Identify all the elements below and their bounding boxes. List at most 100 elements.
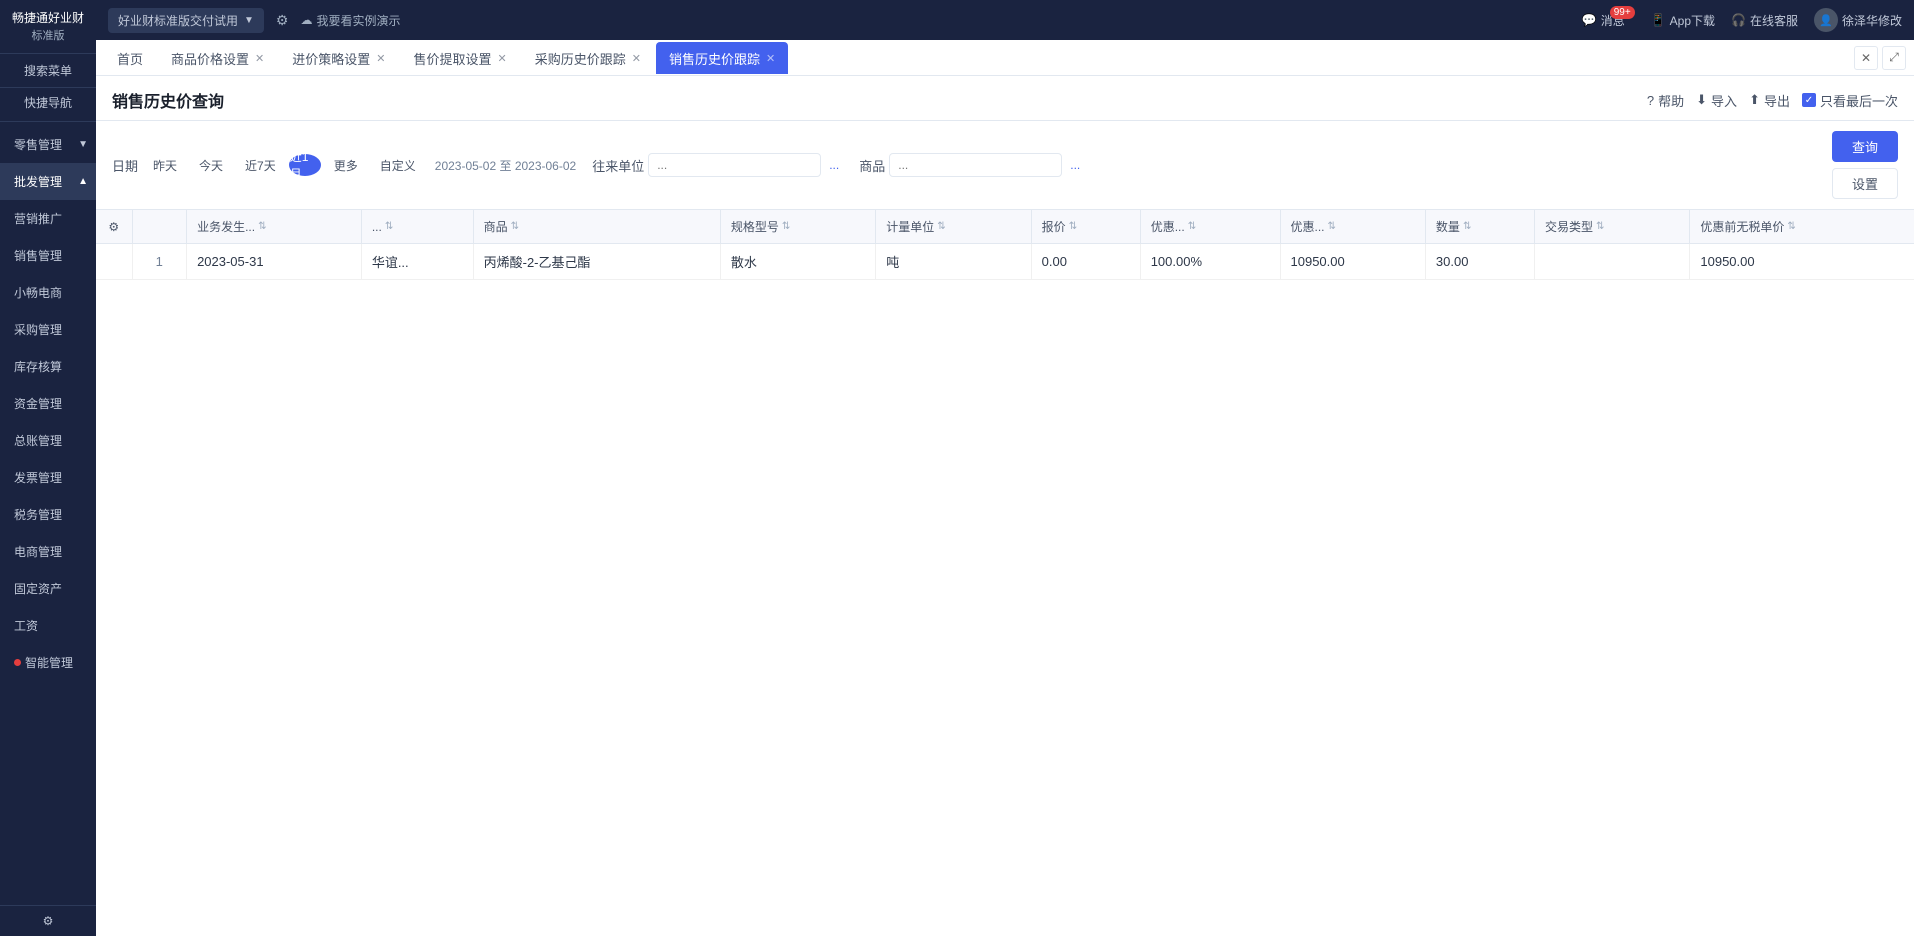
th-discount1-sort-icon: ⇅ [1188, 221, 1196, 232]
date-btn-custom[interactable]: 自定义 [371, 154, 425, 177]
sidebar-item-invoice[interactable]: 发票管理 [0, 459, 96, 496]
th-goods[interactable]: 商品 ⇅ [473, 210, 720, 244]
tab-sale-price-extract[interactable]: 售价提取设置 ✕ [400, 42, 519, 74]
cell-trade_type [1534, 244, 1689, 280]
th-pretax-price-sort-icon: ⇅ [1787, 221, 1795, 232]
logo-title: 畅捷通好业财 [8, 10, 88, 27]
th-spec[interactable]: 规格型号 ⇅ [720, 210, 875, 244]
date-btn-7days[interactable]: 近7天 [236, 154, 285, 177]
tab-purchase-history-close-icon[interactable]: ✕ [632, 52, 641, 65]
only-last-once-toggle[interactable]: ✓ 只看最后一次 [1802, 91, 1898, 110]
finance-label: 资金管理 [14, 395, 88, 412]
sidebar: 畅捷通好业财 标准版 搜索菜单 快捷导航 零售管理 ▼ 批发管理 ▲ 营销推广 … [0, 0, 96, 936]
th-date[interactable]: 业务发生... ⇅ [187, 210, 362, 244]
sidebar-item-purchase[interactable]: 采购管理 [0, 311, 96, 348]
th-pretax-price[interactable]: 优惠前无税单价 ⇅ [1690, 210, 1914, 244]
sidebar-item-tax[interactable]: 税务管理 [0, 496, 96, 533]
sidebar-item-inventory[interactable]: 库存核算 [0, 348, 96, 385]
th-goods-sort-icon: ⇅ [511, 221, 519, 232]
tab-sales-history[interactable]: 销售历史价跟踪 ✕ [656, 42, 788, 74]
main-area: 好业财标准版交付试用 ▼ ⚙ ☁ 我要看实例演示 💬 消息 99+ 📱 App下… [96, 0, 1914, 936]
sidebar-item-salary[interactable]: 工资 [0, 607, 96, 644]
message-button[interactable]: 💬 消息 99+ [1582, 12, 1625, 29]
help-button[interactable]: ? 帮助 [1647, 91, 1684, 110]
goods-input[interactable] [889, 153, 1062, 177]
app-download-icon: 📱 [1651, 13, 1666, 27]
demo-button[interactable]: ☁ 我要看实例演示 [300, 12, 400, 29]
user-menu-button[interactable]: 👤 徐泽华修改 [1814, 8, 1902, 32]
retail-label: 零售管理 [14, 136, 78, 153]
sidebar-item-ecommerce[interactable]: 电商管理 [0, 533, 96, 570]
tab-sale-price-extract-close-icon[interactable]: ✕ [498, 52, 507, 65]
th-qty[interactable]: 数量 ⇅ [1425, 210, 1534, 244]
help-icon: ? [1647, 93, 1654, 108]
tabbar-expand-btn[interactable]: ⤢ [1882, 46, 1906, 70]
tab-sales-history-close-icon[interactable]: ✕ [766, 52, 775, 65]
tab-purchase-history[interactable]: 采购历史价跟踪 ✕ [522, 42, 654, 74]
tab-home[interactable]: 首页 [104, 42, 156, 74]
sidebar-item-sales[interactable]: 销售管理 [0, 237, 96, 274]
topbar-settings-icon[interactable]: ⚙ [276, 12, 289, 29]
settings-button[interactable]: 设置 [1832, 168, 1898, 199]
sidebar-item-marketing[interactable]: 营销推广 [0, 200, 96, 237]
quicknav-label: 快捷导航 [24, 96, 72, 110]
wholesale-arrow-icon: ▲ [78, 176, 88, 187]
online-service-button[interactable]: 🎧 在线客服 [1731, 12, 1798, 29]
page-title: 销售历史价查询 [112, 88, 224, 112]
date-btn-1month[interactable]: 近1月 [289, 154, 321, 176]
sidebar-item-smart[interactable]: 智能管理 [0, 644, 96, 681]
sidebar-item-search[interactable]: 搜索菜单 [0, 54, 96, 88]
sidebar-item-quicknav[interactable]: 快捷导航 [0, 88, 96, 117]
sales-label: 销售管理 [14, 247, 88, 264]
tab-price-setting[interactable]: 商品价格设置 ✕ [158, 42, 277, 74]
sidebar-item-retail[interactable]: 零售管理 ▼ [0, 126, 96, 163]
app-download-button[interactable]: 📱 App下载 [1651, 12, 1715, 29]
source-unit-more-btn[interactable]: ... [825, 156, 843, 174]
date-btn-yesterday[interactable]: 昨天 [144, 154, 186, 177]
help-label: 帮助 [1658, 91, 1684, 110]
th-unit[interactable]: 计量单位 ⇅ [876, 210, 1031, 244]
sidebar-logo: 畅捷通好业财 标准版 [0, 0, 96, 54]
goods-filter: 商品 ... [859, 153, 1084, 177]
sidebar-item-finance[interactable]: 资金管理 [0, 385, 96, 422]
th-date-sort-icon: ⇅ [258, 221, 266, 232]
app-selector[interactable]: 好业财标准版交付试用 ▼ [108, 8, 264, 33]
tab-price-setting-close-icon[interactable]: ✕ [255, 52, 264, 65]
import-label: 导入 [1711, 91, 1737, 110]
table-row[interactable]: 12023-05-31华谊...丙烯酸-2-乙基己酯散水吨0.00100.00%… [96, 244, 1914, 280]
th-price[interactable]: 报价 ⇅ [1031, 210, 1140, 244]
th-discount1[interactable]: 优惠... ⇅ [1140, 210, 1280, 244]
th-gear-icon[interactable]: ⚙ [108, 220, 119, 234]
query-button[interactable]: 查询 [1832, 131, 1898, 162]
import-button[interactable]: ⬇ 导入 [1696, 91, 1737, 110]
date-btn-more[interactable]: 更多 [325, 154, 367, 177]
sidebar-item-general-ledger[interactable]: 总账管理 [0, 422, 96, 459]
tabbar-close-btn[interactable]: ✕ [1854, 46, 1878, 70]
app-selector-chevron-icon: ▼ [244, 15, 254, 26]
sidebar-item-ecommerce-small[interactable]: 小畅电商 [0, 274, 96, 311]
sidebar-item-fixed-assets[interactable]: 固定资产 [0, 570, 96, 607]
ecommerce-label: 电商管理 [14, 543, 88, 560]
tab-price-setting-label: 商品价格设置 [171, 49, 249, 68]
only-last-checkbox-icon[interactable]: ✓ [1802, 93, 1816, 107]
th-gear: ⚙ [96, 210, 132, 244]
th-trade-type[interactable]: 交易类型 ⇅ [1534, 210, 1689, 244]
row-gear-icon[interactable] [96, 244, 132, 280]
sidebar-item-wholesale[interactable]: 批发管理 ▲ [0, 163, 96, 200]
date-btn-today[interactable]: 今天 [190, 154, 232, 177]
tab-purchase-strategy[interactable]: 进价策略设置 ✕ [279, 42, 398, 74]
topbar-right: 💬 消息 99+ 📱 App下载 🎧 在线客服 👤 徐泽华修改 [1582, 8, 1902, 32]
only-last-label: 只看最后一次 [1820, 91, 1898, 110]
ecommerce-small-label: 小畅电商 [14, 284, 88, 301]
sidebar-bottom-settings[interactable]: ⚙ [0, 905, 96, 936]
data-table-container: ⚙ 业务发生... ⇅ ... ⇅ [96, 210, 1914, 936]
export-button[interactable]: ⬆ 导出 [1749, 91, 1790, 110]
goods-more-btn[interactable]: ... [1066, 156, 1084, 174]
th-more1[interactable]: ... ⇅ [361, 210, 473, 244]
tab-purchase-strategy-label: 进价策略设置 [292, 49, 370, 68]
data-table: ⚙ 业务发生... ⇅ ... ⇅ [96, 210, 1914, 280]
page-actions: ? 帮助 ⬇ 导入 ⬆ 导出 ✓ 只看最后一次 [1647, 91, 1898, 110]
source-unit-input[interactable] [648, 153, 821, 177]
tab-purchase-strategy-close-icon[interactable]: ✕ [376, 52, 385, 65]
th-discount2[interactable]: 优惠... ⇅ [1280, 210, 1425, 244]
